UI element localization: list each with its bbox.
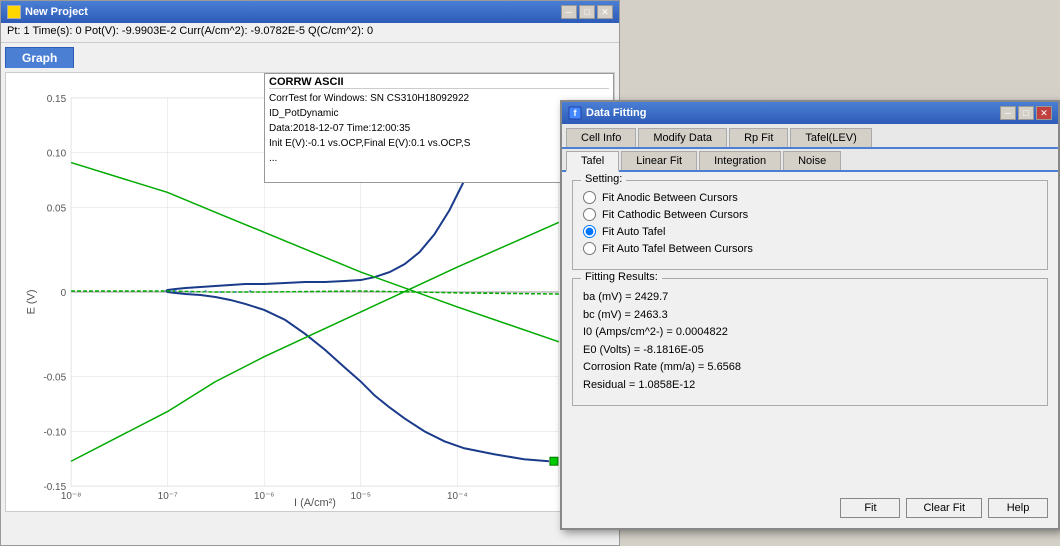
- radio-fit-cathodic-input[interactable]: [583, 208, 596, 221]
- radio-fit-cathodic-label: Fit Cathodic Between Cursors: [602, 209, 748, 221]
- radio-fit-auto-tafel-input[interactable]: [583, 225, 596, 238]
- tab-modify-data[interactable]: Modify Data: [638, 128, 727, 147]
- tab-linear-fit[interactable]: Linear Fit: [621, 151, 697, 170]
- dialog-content: Setting: Fit Anodic Between Cursors Fit …: [562, 172, 1058, 414]
- dialog-tabs-row1: Cell Info Modify Data Rp Fit Tafel(LEV): [562, 124, 1058, 149]
- main-window-title: New Project: [25, 6, 88, 18]
- dialog-icon: f: [568, 106, 582, 120]
- result-residual: Residual = 1.0858E-12: [583, 377, 1037, 395]
- svg-text:10⁻⁴: 10⁻⁴: [447, 491, 468, 502]
- radio-fit-auto-tafel: Fit Auto Tafel: [583, 225, 1037, 238]
- radio-fit-auto-tafel-cursors-input[interactable]: [583, 242, 596, 255]
- svg-text:-0.10: -0.10: [43, 427, 66, 438]
- minimize-button[interactable]: ─: [561, 5, 577, 19]
- fitting-results-group: Fitting Results: ba (mV) = 2429.7 bc (mV…: [572, 278, 1048, 406]
- tab-noise[interactable]: Noise: [783, 151, 841, 170]
- graph-area: CORRW ASCII CorrTest for Windows: SN CS3…: [5, 72, 615, 512]
- main-title-bar: New Project ─ □ ✕: [1, 1, 619, 23]
- svg-text:10⁻⁷: 10⁻⁷: [158, 491, 178, 502]
- dialog-minimize-button[interactable]: ─: [1000, 106, 1016, 120]
- setting-label: Setting:: [581, 173, 626, 185]
- close-button[interactable]: ✕: [597, 5, 613, 19]
- svg-text:10⁻⁸: 10⁻⁸: [61, 491, 81, 502]
- svg-text:0.15: 0.15: [47, 94, 67, 105]
- tab-bar: Graph: [1, 43, 619, 68]
- dialog-footer: Fit Clear Fit Help: [840, 498, 1048, 518]
- radio-fit-anodic-label: Fit Anodic Between Cursors: [602, 192, 738, 204]
- tab-tafel-lev[interactable]: Tafel(LEV): [790, 128, 871, 147]
- svg-text:10⁻⁶: 10⁻⁶: [254, 491, 274, 502]
- radio-fit-anodic: Fit Anodic Between Cursors: [583, 191, 1037, 204]
- dialog-tabs-row2: Tafel Linear Fit Integration Noise: [562, 149, 1058, 172]
- svg-text:0.05: 0.05: [47, 203, 67, 214]
- dialog-maximize-button[interactable]: □: [1018, 106, 1034, 120]
- dialog-window-controls: ─ □ ✕: [1000, 106, 1052, 120]
- data-fitting-dialog: f Data Fitting ─ □ ✕ Cell Info Modify Da…: [560, 100, 1060, 530]
- setting-group: Setting: Fit Anodic Between Cursors Fit …: [572, 180, 1048, 270]
- fitting-results-text: ba (mV) = 2429.7 bc (mV) = 2463.3 I0 (Am…: [583, 289, 1037, 395]
- app-icon: [7, 5, 21, 19]
- svg-text:0.10: 0.10: [47, 149, 67, 160]
- svg-text:-0.05: -0.05: [43, 373, 66, 384]
- result-corrosion-rate: Corrosion Rate (mm/a) = 5.6568: [583, 359, 1037, 377]
- radio-fit-cathodic: Fit Cathodic Between Cursors: [583, 208, 1037, 221]
- result-e0: E0 (Volts) = -8.1816E-05: [583, 342, 1037, 360]
- tab-cell-info[interactable]: Cell Info: [566, 128, 636, 147]
- result-i0: I0 (Amps/cm^2-) = 0.0004822: [583, 324, 1037, 342]
- maximize-button[interactable]: □: [579, 5, 595, 19]
- svg-text:10⁻⁵: 10⁻⁵: [351, 491, 371, 502]
- fitting-results-label: Fitting Results:: [581, 271, 662, 283]
- fit-button[interactable]: Fit: [840, 498, 900, 518]
- tab-tafel[interactable]: Tafel: [566, 151, 619, 172]
- dialog-close-button[interactable]: ✕: [1036, 106, 1052, 120]
- radio-fit-auto-tafel-cursors: Fit Auto Tafel Between Cursors: [583, 242, 1037, 255]
- x-axis-label: I (A/cm²): [294, 497, 336, 509]
- dialog-title-bar: f Data Fitting ─ □ ✕: [562, 102, 1058, 124]
- info-lines: CorrTest for Windows: SN CS310H18092922 …: [269, 91, 609, 166]
- radio-fit-auto-tafel-label: Fit Auto Tafel: [602, 226, 665, 238]
- result-bc: bc (mV) = 2463.3: [583, 307, 1037, 325]
- radio-fit-auto-tafel-cursors-label: Fit Auto Tafel Between Cursors: [602, 243, 753, 255]
- help-button[interactable]: Help: [988, 498, 1048, 518]
- y-axis-label: E (V): [25, 289, 37, 314]
- info-title: CORRW ASCII: [269, 76, 609, 89]
- clear-fit-button[interactable]: Clear Fit: [906, 498, 982, 518]
- main-window: New Project ─ □ ✕ Pt: 1 Time(s): 0 Pot(V…: [0, 0, 620, 546]
- status-text: Pt: 1 Time(s): 0 Pot(V): -9.9903E-2 Curr…: [7, 25, 373, 37]
- status-bar: Pt: 1 Time(s): 0 Pot(V): -9.9903E-2 Curr…: [1, 23, 619, 43]
- tab-rp-fit[interactable]: Rp Fit: [729, 128, 788, 147]
- tab-integration[interactable]: Integration: [699, 151, 781, 170]
- window-controls: ─ □ ✕: [561, 5, 613, 19]
- svg-text:0: 0: [61, 288, 67, 299]
- result-ba: ba (mV) = 2429.7: [583, 289, 1037, 307]
- radio-fit-anodic-input[interactable]: [583, 191, 596, 204]
- graph-tab[interactable]: Graph: [5, 47, 74, 68]
- dialog-title: Data Fitting: [586, 107, 647, 119]
